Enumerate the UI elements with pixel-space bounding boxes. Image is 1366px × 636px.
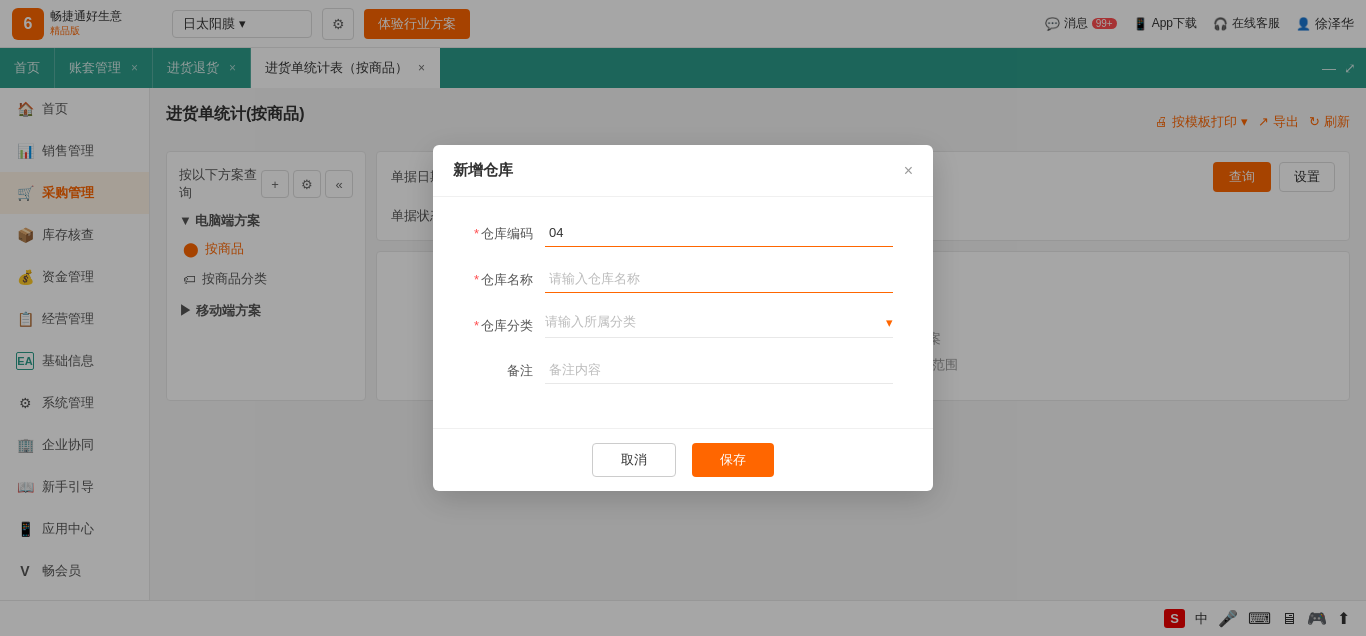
form-row-remark: 备注: [473, 358, 893, 384]
modal-overlay: 新增仓库 × 仓库编码 仓库名称 仓库分类 请输入所属分类 ▾: [0, 0, 1366, 636]
warehouse-code-input[interactable]: [545, 221, 893, 247]
dialog-footer: 取消 保存: [433, 428, 933, 491]
form-row-code: 仓库编码: [473, 221, 893, 247]
warehouse-category-select[interactable]: 请输入所属分类 ▾: [545, 313, 893, 338]
form-label-code: 仓库编码: [473, 225, 533, 243]
dialog-close-button[interactable]: ×: [904, 162, 913, 180]
warehouse-remark-input[interactable]: [545, 358, 893, 384]
category-dropdown-icon: ▾: [886, 315, 893, 330]
form-label-name: 仓库名称: [473, 271, 533, 289]
form-label-category: 仓库分类: [473, 317, 533, 335]
dialog-title: 新增仓库: [453, 161, 513, 180]
category-placeholder: 请输入所属分类: [545, 313, 636, 331]
form-label-remark: 备注: [473, 362, 533, 380]
dialog-header: 新增仓库 ×: [433, 145, 933, 197]
warehouse-name-input[interactable]: [545, 267, 893, 293]
dialog-body: 仓库编码 仓库名称 仓库分类 请输入所属分类 ▾ 备注: [433, 197, 933, 428]
new-warehouse-dialog: 新增仓库 × 仓库编码 仓库名称 仓库分类 请输入所属分类 ▾: [433, 145, 933, 491]
form-row-category: 仓库分类 请输入所属分类 ▾: [473, 313, 893, 338]
save-button[interactable]: 保存: [692, 443, 774, 477]
cancel-button[interactable]: 取消: [592, 443, 676, 477]
form-row-name: 仓库名称: [473, 267, 893, 293]
